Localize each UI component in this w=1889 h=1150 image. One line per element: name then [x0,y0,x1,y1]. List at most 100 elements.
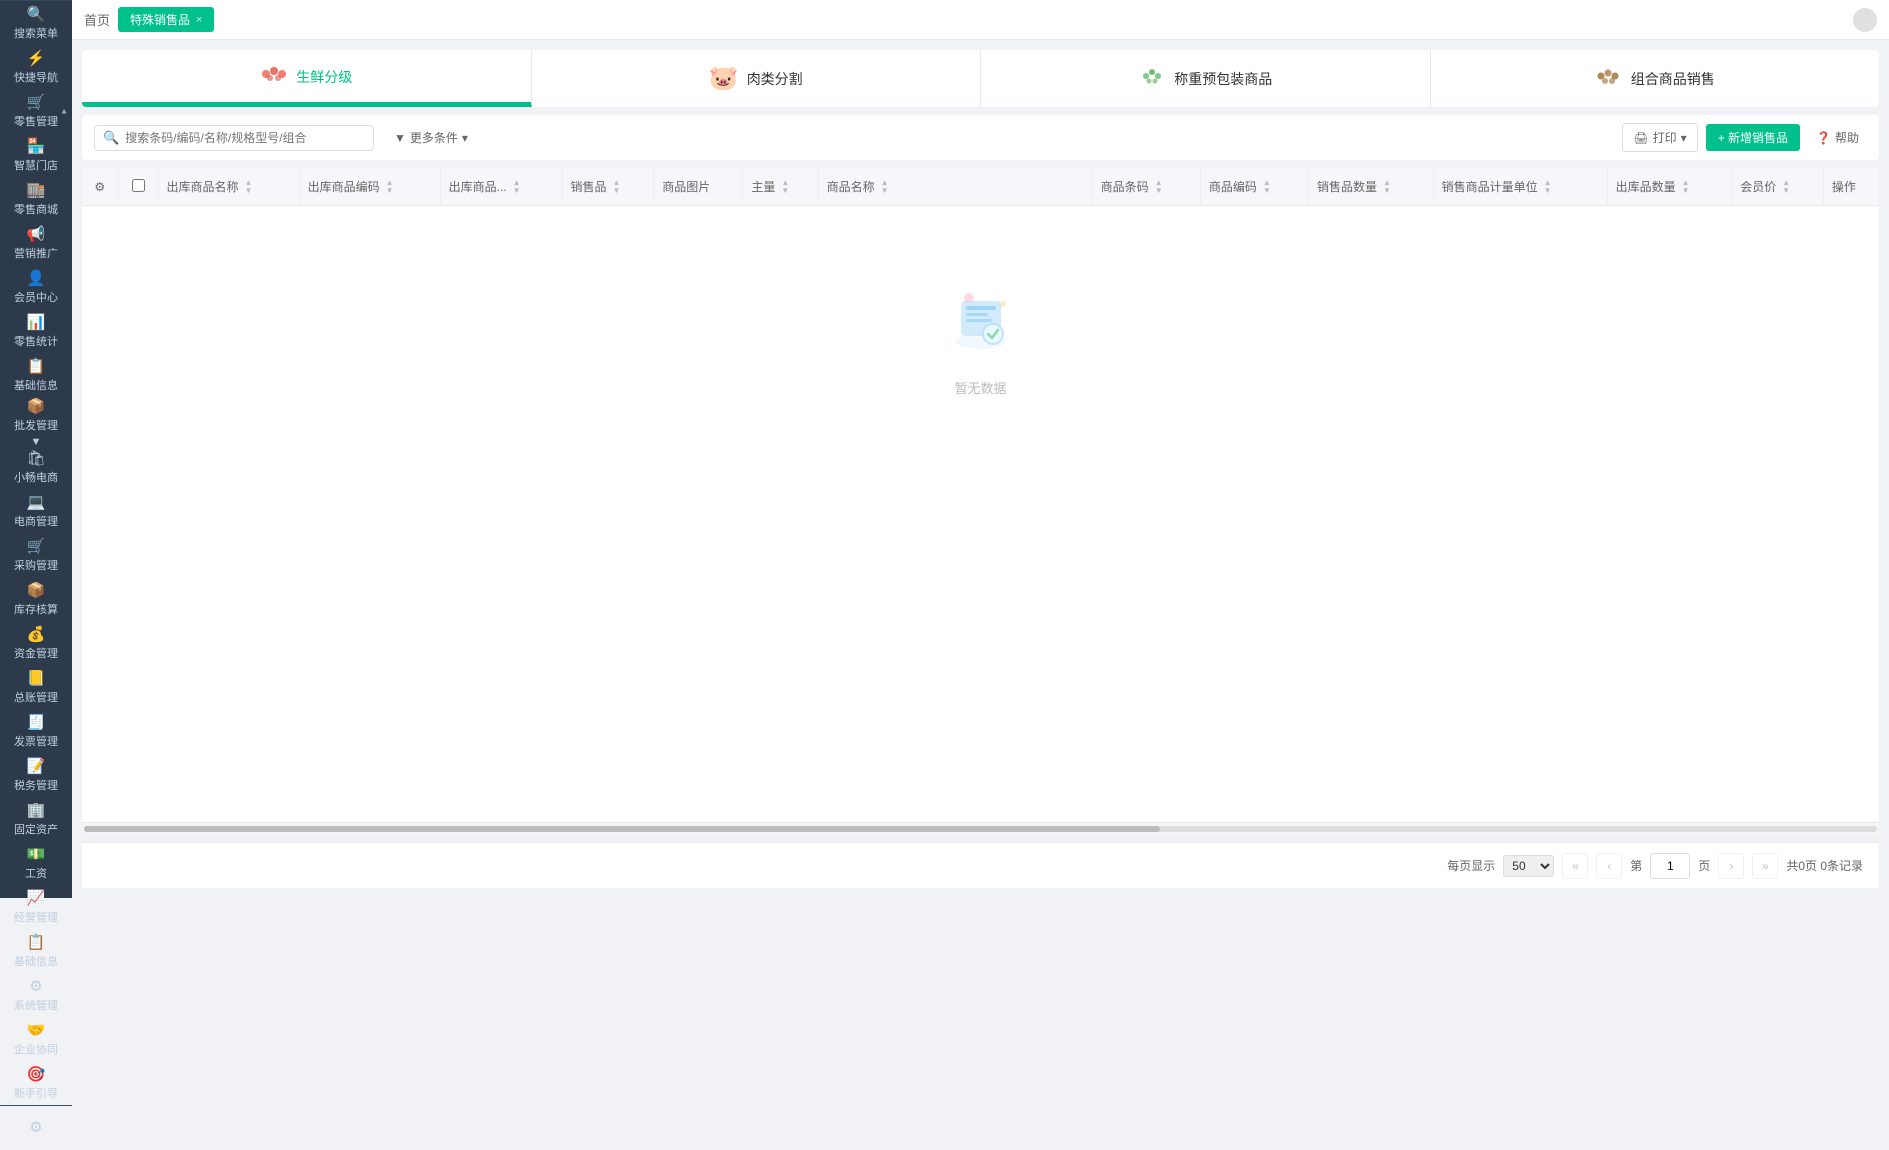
sidebar-item-salary[interactable]: 💵 工资 [0,841,72,885]
print-button[interactable]: 🖨 打印 ▾ [1622,123,1697,152]
sidebar-item-new-guide[interactable]: 🎯 新手引导 [0,1061,72,1105]
search-input[interactable] [125,131,365,145]
sidebar-item-wholesale-mgmt[interactable]: 📦 批发管理 [0,401,72,445]
th-weight[interactable]: 主量 ▲▼ [743,168,818,206]
sidebar-item-retail-mall[interactable]: 🏬 零售商城 [0,177,72,221]
th-product-image: 商品图片 [654,168,743,206]
sidebar-item-finance[interactable]: 💰 资金管理 [0,621,72,665]
scrollbar-thumb[interactable] [84,826,1160,832]
sort-icon[interactable]: ▲▼ [1383,179,1391,195]
th-out-product-x[interactable]: 出库商品... ▲▼ [440,168,562,206]
sort-icon[interactable]: ▲▼ [881,179,889,195]
scale-tab-icon [1138,66,1166,92]
sidebar-item-label: 零售商城 [14,203,58,218]
select-all-checkbox[interactable] [132,179,145,192]
sidebar-item-ops-mgmt[interactable]: 📈 经营管理 [0,885,72,929]
sort-icon[interactable]: ▲▼ [1263,179,1271,195]
topbar-right [1853,8,1877,32]
scrollbar-track[interactable] [84,826,1877,832]
quick-nav-icon: ⚡ [27,48,46,69]
th-sale-product[interactable]: 销售品 ▲▼ [562,168,654,206]
sidebar-item-smart-store[interactable]: 🏪 智慧门店 [0,133,72,177]
user-avatar[interactable] [1853,8,1877,32]
sidebar-item-corp-agreement[interactable]: 🤝 企业协同 [0,1017,72,1061]
th-checkbox[interactable] [118,168,158,206]
sidebar-item-purchase-mgmt[interactable]: 🛒 采购管理 [0,533,72,577]
sidebar-item-tax[interactable]: 📝 税务管理 [0,753,72,797]
next-page-button[interactable]: › [1718,853,1744,879]
sort-icon[interactable]: ▲▼ [513,179,521,195]
th-product-barcode[interactable]: 商品条码 ▲▼ [1092,168,1200,206]
settings-button[interactable]: ⚙ [0,1106,72,1150]
th-sale-qty[interactable]: 销售品数量 ▲▼ [1309,168,1434,206]
add-button[interactable]: + 新增销售品 [1706,124,1800,151]
filter-button[interactable]: ▼ 更多条件 ▾ [386,125,476,150]
th-out-product-name[interactable]: 出库商品名称 ▲▼ [158,168,299,206]
wholesale-mgmt-icon: 📦 [27,396,46,417]
tab-combo[interactable]: 组合商品销售 [1431,50,1880,107]
tab-meat[interactable]: 🐷 肉类分割 [532,50,982,107]
add-label: + 新增销售品 [1718,129,1788,146]
sort-icon[interactable]: ▲▼ [1155,179,1163,195]
sort-icon[interactable]: ▲▼ [1544,179,1552,195]
retail-mall-icon: 🏬 [27,180,46,201]
sort-icon[interactable]: ▲▼ [613,179,621,195]
sidebar-item-quick-nav[interactable]: ⚡ 快捷导航 [0,45,72,89]
sort-icon[interactable]: ▲▼ [245,179,253,195]
prev-page-button[interactable]: ‹ [1596,853,1622,879]
sidebar-item-general-ledger[interactable]: 📒 总账管理 [0,665,72,709]
table-container: ⚙ 出库商品名称 ▲▼ [82,168,1879,834]
sort-icon[interactable]: ▲▼ [781,179,789,195]
active-indicator [291,102,321,105]
active-tab[interactable]: 特殊销售品 × [118,7,214,32]
th-member-price[interactable]: 会员价 ▲▼ [1732,168,1824,206]
sidebar-item-basic-info[interactable]: 📋 基础信息 [0,353,72,397]
page-size-select[interactable]: 50 10 20 100 [1503,855,1554,877]
tab-scale[interactable]: 称重预包装商品 [981,50,1431,107]
sidebar-item-retail-stats[interactable]: 📊 零售统计 [0,309,72,353]
empty-state-row: 暂无数据 [82,206,1879,478]
sidebar-item-basic-info2[interactable]: 📋 基础信息 [0,929,72,973]
sidebar-item-mini-ecom[interactable]: 🛍 小畅电商 [0,445,72,489]
invoice-icon: 🧾 [27,712,46,733]
sidebar-item-inventory[interactable]: 📦 库存核算 [0,577,72,621]
topbar: 首页 特殊销售品 × [72,0,1889,40]
sidebar-item-label: 电商管理 [14,515,58,530]
sidebar-item-label: 总账管理 [14,691,58,706]
sidebar-item-retail-mgmt[interactable]: 🛒 零售管理 [0,89,72,133]
sidebar-item-marketing[interactable]: 📢 营销推广 [0,221,72,265]
sale-product-label: 销售品 [571,178,607,195]
sort-icon[interactable]: ▲▼ [1782,179,1790,195]
sort-icon[interactable]: ▲▼ [386,179,394,195]
tab-fresh[interactable]: 生鲜分级 [82,50,532,107]
th-sale-unit[interactable]: 销售商品计量单位 ▲▼ [1433,168,1607,206]
inventory-icon: 📦 [27,580,46,601]
horizontal-scrollbar[interactable] [82,822,1879,834]
table-scroll[interactable]: ⚙ 出库商品名称 ▲▼ [82,168,1879,822]
last-page-button[interactable]: » [1752,853,1778,879]
th-out-qty[interactable]: 出库品数量 ▲▼ [1607,168,1732,206]
scale-tab-label: 称重预包装商品 [1174,69,1272,89]
ops-mgmt-icon: 📈 [27,888,46,909]
th-settings[interactable]: ⚙ [82,168,118,206]
sidebar-item-system-mgmt[interactable]: ⚙ 系统管理 [0,973,72,1017]
th-out-product-code[interactable]: 出库商品编码 ▲▼ [299,168,440,206]
close-tab-button[interactable]: × [196,14,202,26]
help-icon: ❓ [1816,131,1831,145]
sidebar-item-search-menu[interactable]: 🔍 搜索菜单 [0,1,72,45]
home-link[interactable]: 首页 [84,10,110,29]
page-number-input[interactable] [1650,853,1690,879]
help-button[interactable]: ❓ 帮助 [1808,124,1867,151]
th-product-code[interactable]: 商品编码 ▲▼ [1200,168,1308,206]
search-box[interactable]: 🔍 [94,125,374,151]
sidebar-item-member-center[interactable]: 👤 会员中心 [0,265,72,309]
sidebar-item-label: 基础信息 [14,379,58,394]
first-page-button[interactable]: « [1562,853,1588,879]
column-settings-icon[interactable]: ⚙ [94,180,105,194]
sort-icon[interactable]: ▲▼ [1682,179,1690,195]
out-qty-label: 出库品数量 [1616,178,1676,195]
sidebar-item-fixed-assets[interactable]: 🏢 固定资产 [0,797,72,841]
th-product-name[interactable]: 商品名称 ▲▼ [818,168,1092,206]
sidebar-item-ecom-mgmt[interactable]: 💻 电商管理 [0,489,72,533]
sidebar-item-invoice[interactable]: 🧾 发票管理 [0,709,72,753]
